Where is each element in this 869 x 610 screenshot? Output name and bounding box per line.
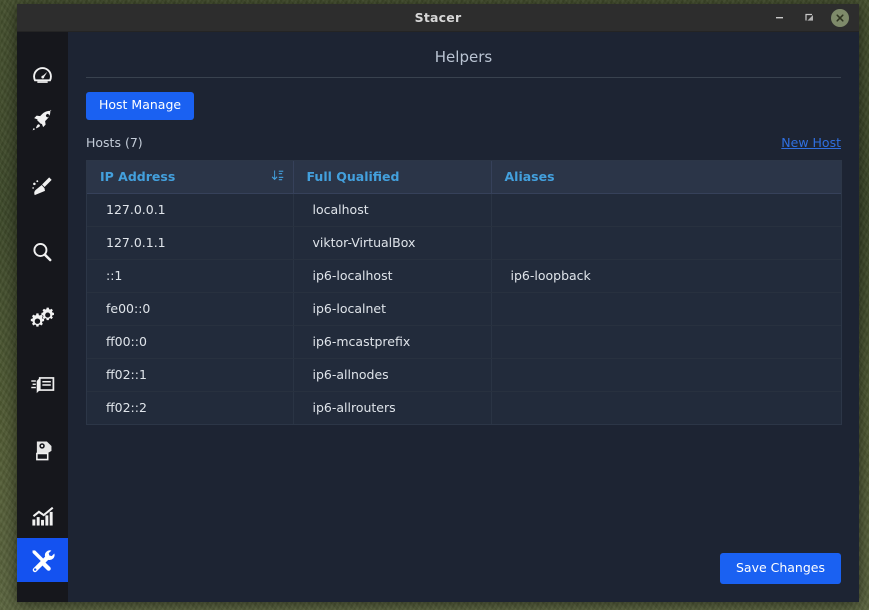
cell-aliases[interactable] xyxy=(491,193,841,227)
hosts-table-body: 127.0.0.1 localhost 127.0.1.1 viktor-Vir… xyxy=(87,193,841,424)
cell-full-qualified[interactable]: ip6-localnet xyxy=(293,292,492,326)
sidebar-item-processes[interactable] xyxy=(17,362,68,406)
sidebar-item-uninstaller[interactable] xyxy=(17,428,68,472)
hosts-list-bar: Hosts (7) New Host xyxy=(86,135,841,150)
cell-full-qualified[interactable]: ip6-allrouters xyxy=(293,391,492,424)
sidebar-item-resources[interactable] xyxy=(17,494,68,538)
table-row[interactable]: ff02::1 ip6-allnodes xyxy=(87,358,841,392)
gears-icon xyxy=(30,305,56,331)
window-titlebar[interactable]: Stacer xyxy=(17,4,859,32)
cell-ip[interactable]: ::1 xyxy=(87,259,294,293)
cell-full-qualified[interactable]: ip6-localhost xyxy=(293,259,492,293)
cell-aliases[interactable] xyxy=(491,292,841,326)
sidebar-item-system-cleaner[interactable] xyxy=(17,164,68,208)
cell-ip[interactable]: fe00::0 xyxy=(87,292,294,326)
cell-aliases[interactable] xyxy=(491,391,841,424)
column-header-ip-address-label: IP Address xyxy=(100,168,176,184)
cell-aliases[interactable]: ip6-loopback xyxy=(491,259,841,293)
cell-full-qualified[interactable]: localhost xyxy=(293,193,492,227)
sort-descending-icon[interactable] xyxy=(271,169,284,185)
sidebar-item-services[interactable] xyxy=(17,296,68,340)
column-header-aliases[interactable]: Aliases xyxy=(491,160,841,194)
gauge-icon xyxy=(30,64,55,89)
table-header-row: IP Address Full Qualified Aliases xyxy=(87,160,841,194)
cell-aliases[interactable] xyxy=(491,358,841,392)
window-controls xyxy=(771,8,859,27)
rocket-icon xyxy=(30,108,55,133)
table-row[interactable]: ::1 ip6-localhost ip6-loopback xyxy=(87,259,841,293)
broom-icon xyxy=(30,174,55,199)
sidebar-item-startup-apps[interactable] xyxy=(17,98,68,142)
sidebar xyxy=(17,32,68,602)
hosts-table: IP Address Full Qualified Aliases 127.0.… xyxy=(87,160,841,424)
page-header: Helpers xyxy=(68,32,859,78)
cell-ip[interactable]: ff02::2 xyxy=(87,391,294,424)
cell-aliases[interactable] xyxy=(491,325,841,359)
window-body: Helpers Host Manage Hosts (7) New Host I… xyxy=(17,32,859,602)
column-header-ip-address[interactable]: IP Address xyxy=(87,160,294,194)
cell-ip[interactable]: ff00::0 xyxy=(87,325,294,359)
sidebar-item-helpers[interactable] xyxy=(17,538,68,582)
cell-aliases[interactable] xyxy=(491,226,841,260)
bar-chart-icon xyxy=(30,503,56,529)
cell-ip[interactable]: 127.0.0.1 xyxy=(87,193,294,227)
drawer-icon xyxy=(30,371,56,397)
table-row[interactable]: fe00::0 ip6-localnet xyxy=(87,292,841,326)
column-header-full-qualified-label: Full Qualified xyxy=(306,168,400,184)
cell-full-qualified[interactable]: ip6-allnodes xyxy=(293,358,492,392)
magnifier-icon xyxy=(30,240,55,265)
hosts-count-label: Hosts (7) xyxy=(86,134,143,150)
table-row[interactable]: ff00::0 ip6-mcastprefix xyxy=(87,325,841,359)
cell-full-qualified[interactable]: viktor-VirtualBox xyxy=(293,226,492,260)
sidebar-item-search[interactable] xyxy=(17,230,68,274)
close-button[interactable] xyxy=(831,8,849,27)
table-row[interactable]: ff02::2 ip6-allrouters xyxy=(87,391,841,424)
maximize-button[interactable] xyxy=(801,9,818,26)
column-header-aliases-label: Aliases xyxy=(504,168,555,184)
sidebar-item-dashboard[interactable] xyxy=(17,54,68,98)
helpers-panel: Host Manage Hosts (7) New Host IP Addres… xyxy=(68,78,859,553)
cell-ip[interactable]: 127.0.1.1 xyxy=(87,226,294,260)
column-header-full-qualified[interactable]: Full Qualified xyxy=(293,160,492,194)
table-row[interactable]: 127.0.1.1 viktor-VirtualBox xyxy=(87,226,841,260)
window-title: Stacer xyxy=(414,10,462,25)
hosts-table-wrapper: IP Address Full Qualified Aliases 127.0.… xyxy=(86,159,842,425)
panel-footer: Save Changes xyxy=(68,552,859,603)
save-changes-button[interactable]: Save Changes xyxy=(719,552,841,584)
host-manage-row: Host Manage xyxy=(86,92,841,120)
new-host-link[interactable]: New Host xyxy=(781,135,841,150)
minimize-button[interactable] xyxy=(771,9,788,26)
page-title: Helpers xyxy=(434,48,493,66)
stacer-window: Stacer Helpers Host Manage Hosts (7) New… xyxy=(17,4,859,602)
cell-ip[interactable]: ff02::1 xyxy=(87,358,294,392)
content-area: Helpers Host Manage Hosts (7) New Host I… xyxy=(68,32,859,602)
hosts-table-head: IP Address Full Qualified Aliases xyxy=(87,160,841,194)
tools-icon xyxy=(29,547,56,574)
table-row[interactable]: 127.0.0.1 localhost xyxy=(87,193,841,227)
host-manage-button[interactable]: Host Manage xyxy=(86,92,195,120)
printer-icon xyxy=(30,438,55,463)
cell-full-qualified[interactable]: ip6-mcastprefix xyxy=(293,325,492,359)
